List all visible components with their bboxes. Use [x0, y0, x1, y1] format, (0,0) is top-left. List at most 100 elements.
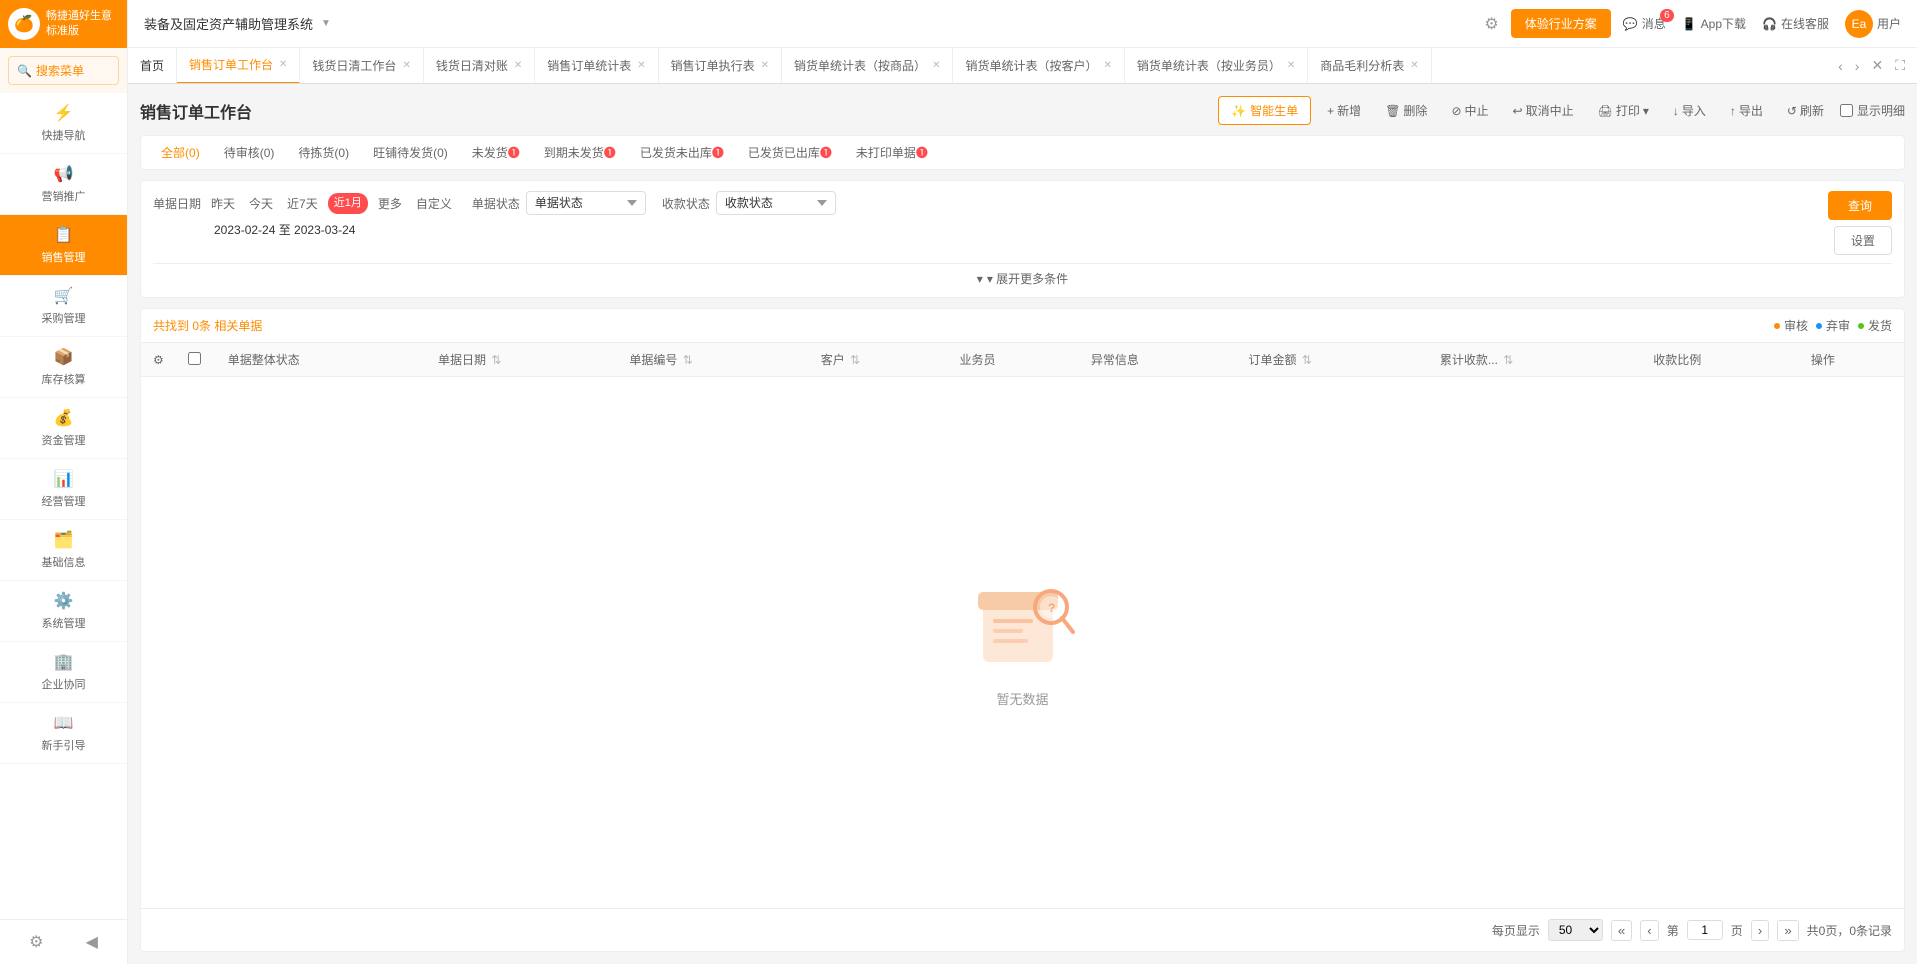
show-detail-checkbox-label: 显示明细: [1840, 102, 1905, 119]
settings-button[interactable]: 设置: [1834, 226, 1892, 255]
print-dropdown-icon: ▾: [1643, 104, 1649, 118]
subtab-shipped-out[interactable]: 已发货已出库❶: [736, 140, 844, 165]
sort-amount-icon[interactable]: ⇅: [1302, 353, 1312, 367]
next-page-button[interactable]: ›: [1751, 920, 1769, 941]
page-number-input[interactable]: [1687, 920, 1723, 940]
payment-filter-select[interactable]: 收款状态: [716, 191, 836, 215]
ship-action-button[interactable]: 发货: [1858, 317, 1892, 334]
import-button[interactable]: ↓ 导入: [1665, 97, 1714, 124]
tab-cash-reconcile[interactable]: 钱货日清对账 ✕: [424, 48, 535, 84]
tab-sales-summary-product[interactable]: 销货单统计表（按商品） ✕: [782, 48, 953, 84]
sidebar-item-system[interactable]: ⚙️ 系统管理: [0, 581, 127, 642]
tab-sales-workbench[interactable]: 销售订单工作台 ✕: [177, 48, 300, 84]
query-button[interactable]: 查询: [1828, 191, 1892, 220]
online-service-button[interactable]: 🎧 在线客服: [1762, 15, 1829, 32]
date-range-display: 2023-02-24 至 2023-03-24: [214, 221, 355, 238]
sidebar-item-enterprise[interactable]: 🏢 企业协同: [0, 642, 127, 703]
tabbar-nav: ‹ › ✕ ⛶: [1826, 53, 1917, 78]
cancel-stop-button[interactable]: ↩ 取消中止: [1505, 97, 1582, 124]
subtab-not-printed[interactable]: 未打印单据❶: [844, 140, 940, 165]
ship-dot: [1858, 323, 1864, 329]
smart-generate-button[interactable]: ✨ 智能生单: [1218, 96, 1311, 125]
page-size-select[interactable]: 50 100 200: [1548, 919, 1603, 941]
sidebar-item-quick-nav[interactable]: ⚡ 快捷导航: [0, 93, 127, 154]
expand-more-filters-button[interactable]: ▾ ▾ 展开更多条件: [977, 270, 1068, 287]
sidebar-item-basic-info[interactable]: 🗂️ 基础信息: [0, 520, 127, 581]
select-all-checkbox[interactable]: [188, 352, 201, 365]
subtab-shipped-not-in[interactable]: 已发货未出库❶: [628, 140, 736, 165]
sidebar-item-marketing[interactable]: 📢 营销推广: [0, 154, 127, 215]
stop-button[interactable]: ⊘ 中止: [1443, 97, 1496, 124]
cancel-review-action-button[interactable]: 弃审: [1816, 317, 1850, 334]
date-opt-today[interactable]: 今天: [245, 193, 277, 214]
first-page-button[interactable]: «: [1611, 920, 1632, 941]
tab-sales-stats[interactable]: 销售订单统计表 ✕: [535, 48, 658, 84]
prev-page-button[interactable]: ‹: [1640, 920, 1658, 941]
sort-date-icon[interactable]: ⇅: [491, 353, 501, 367]
search-menu-button[interactable]: 🔍 搜索菜单: [8, 56, 119, 85]
table-header: ⚙ 单据整体状态 单据日期 ⇅ 单据编号 ⇅: [141, 343, 1904, 377]
status-filter-select[interactable]: 单据状态: [526, 191, 646, 215]
sidebar-item-purchase[interactable]: 🛒 采购管理: [0, 276, 127, 337]
topbar-gear-icon[interactable]: ⚙: [1484, 14, 1498, 34]
date-opt-7days[interactable]: 近7天: [283, 193, 322, 214]
review-action-button[interactable]: 审核: [1774, 317, 1808, 334]
delete-button[interactable]: 🗑 删除: [1377, 97, 1435, 124]
sort-number-icon[interactable]: ⇅: [683, 353, 693, 367]
subtab-wangpu-pending[interactable]: 旺铺待发货(0): [361, 140, 460, 165]
tab-scroll-left-button[interactable]: ‹: [1834, 54, 1847, 78]
tab-close-sales-summary-staff[interactable]: ✕: [1287, 60, 1295, 71]
subtab-overdue-not-shipped[interactable]: 到期未发货❶: [532, 140, 628, 165]
th-action: 操作: [1799, 343, 1904, 377]
tab-sales-exec[interactable]: 销售订单执行表 ✕: [659, 48, 782, 84]
tab-close-sales-stats[interactable]: ✕: [637, 60, 645, 71]
collapse-sidebar-button[interactable]: ◀: [82, 928, 102, 956]
date-opt-1month[interactable]: 近1月: [328, 193, 368, 214]
operations-icon: 📊: [54, 469, 74, 489]
last-page-button[interactable]: »: [1777, 920, 1798, 941]
tab-close-sales-summary-customer[interactable]: ✕: [1103, 60, 1111, 71]
tab-close-sales-exec[interactable]: ✕: [761, 60, 769, 71]
user-menu-button[interactable]: Ea 用户: [1845, 10, 1901, 38]
sidebar-item-inventory[interactable]: 📦 库存核算: [0, 337, 127, 398]
tab-close-sales-workbench[interactable]: ✕: [279, 59, 287, 70]
app-download-button[interactable]: 📱 App下载: [1682, 15, 1746, 32]
tab-profit-analysis[interactable]: 商品毛利分析表 ✕: [1308, 48, 1431, 84]
sidebar-logo: 🍊 畅捷通好生意 标准版: [0, 0, 127, 48]
sidebar-item-sales[interactable]: 📋 销售管理: [0, 215, 127, 276]
tab-home[interactable]: 首页: [128, 48, 177, 84]
add-button[interactable]: + 新增: [1319, 97, 1369, 124]
tab-sales-summary-staff[interactable]: 销货单统计表（按业务员） ✕: [1125, 48, 1308, 84]
sidebar-item-finance[interactable]: 💰 资金管理: [0, 398, 127, 459]
sort-customer-icon[interactable]: ⇅: [850, 353, 860, 367]
date-opt-yesterday[interactable]: 昨天: [207, 193, 239, 214]
tab-close-all-button[interactable]: ✕: [1867, 53, 1887, 78]
subtab-not-shipped[interactable]: 未发货❶: [460, 140, 532, 165]
tab-fullscreen-button[interactable]: ⛶: [1891, 53, 1909, 78]
subtab-pending-inspect[interactable]: 待拣货(0): [286, 140, 361, 165]
sort-collected-icon[interactable]: ⇅: [1503, 353, 1513, 367]
tab-cash-daily[interactable]: 钱货日清工作台 ✕: [300, 48, 423, 84]
tab-close-sales-summary-product[interactable]: ✕: [932, 60, 940, 71]
subtab-pending-review[interactable]: 待审核(0): [212, 140, 287, 165]
message-button[interactable]: 💬 消息 6: [1623, 15, 1666, 32]
tab-close-profit-analysis[interactable]: ✕: [1410, 60, 1418, 71]
sidebar-item-operations[interactable]: 📊 经营管理: [0, 459, 127, 520]
table-info-bar: 共找到 0条 相关单据 审核 弃审 发货: [141, 309, 1904, 343]
sidebar-item-guide[interactable]: 📖 新手引导: [0, 703, 127, 764]
purchase-icon: 🛒: [54, 286, 74, 306]
export-button[interactable]: ↑ 导出: [1722, 97, 1771, 124]
tab-scroll-right-button[interactable]: ›: [1851, 54, 1864, 78]
tab-close-cash-daily[interactable]: ✕: [402, 60, 410, 71]
settings-bottom-button[interactable]: ⚙: [25, 928, 47, 956]
show-detail-checkbox[interactable]: [1840, 104, 1853, 117]
date-opt-custom[interactable]: 自定义: [412, 193, 456, 214]
solution-button[interactable]: 体验行业方案: [1511, 9, 1611, 38]
tab-close-cash-reconcile[interactable]: ✕: [514, 60, 522, 71]
print-button[interactable]: 🖨 打印 ▾: [1590, 97, 1657, 124]
date-opt-more[interactable]: 更多: [374, 193, 406, 214]
refresh-button[interactable]: ↺ 刷新: [1779, 97, 1832, 124]
subtab-all[interactable]: 全部(0): [149, 140, 212, 165]
tab-sales-summary-customer[interactable]: 销货单统计表（按客户） ✕: [953, 48, 1124, 84]
phone-icon: 📱: [1682, 17, 1697, 31]
